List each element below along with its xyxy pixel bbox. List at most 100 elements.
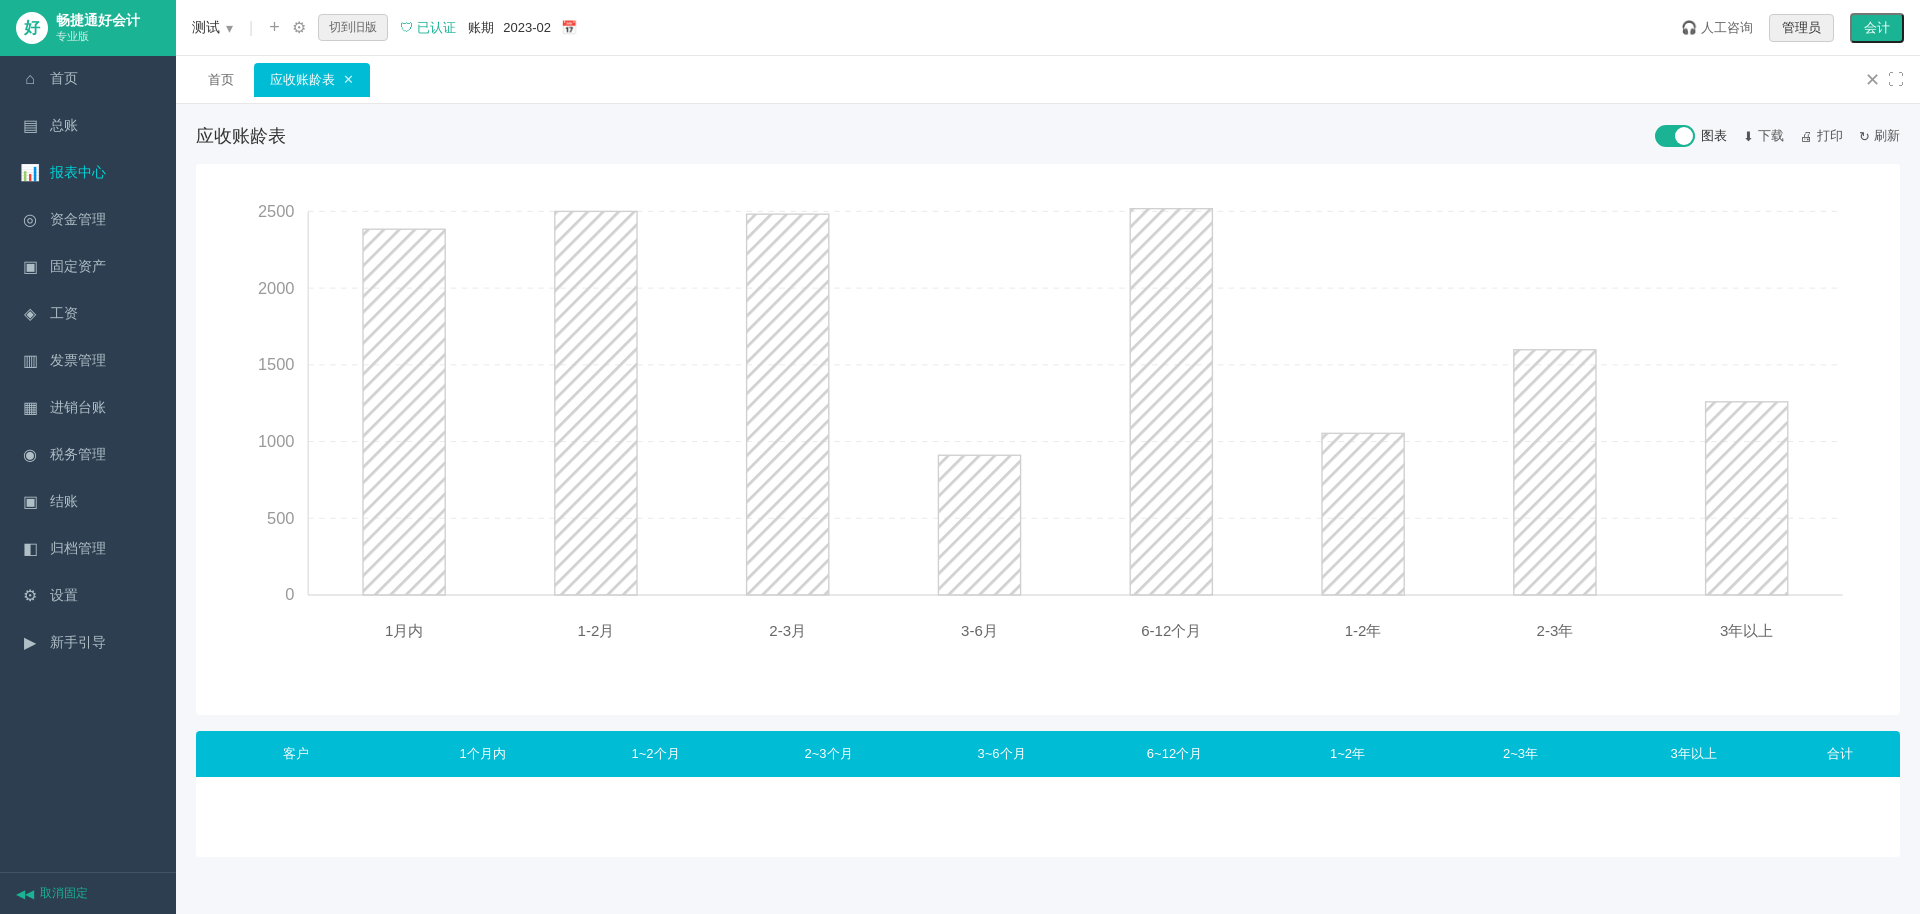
dropdown-icon: ▾: [226, 20, 233, 36]
ledger-icon: ▤: [20, 116, 40, 135]
sidebar-label-archive: 归档管理: [50, 540, 106, 558]
admin-btn[interactable]: 管理员: [1769, 14, 1834, 42]
tab-close-btn[interactable]: ✕: [343, 72, 354, 87]
tab-ar-aging[interactable]: 应收账龄表 ✕: [254, 63, 370, 97]
chart-toggle[interactable]: [1655, 125, 1695, 147]
tab-ar-aging-label: 应收账龄表: [270, 71, 335, 89]
sidebar-item-invoice[interactable]: ▥ 发票管理: [0, 337, 176, 384]
switch-version-btn[interactable]: 切到旧版: [318, 14, 388, 41]
sidebar-label-invoice: 发票管理: [50, 352, 106, 370]
sidebar-item-reports[interactable]: 📊 报表中心: [0, 149, 176, 196]
bar-2-3年: [1514, 350, 1596, 595]
period-display: 账期 2023-02 📅: [468, 19, 577, 37]
certified-badge: 🛡 已认证: [400, 19, 456, 37]
sidebar-item-tax[interactable]: ◉ 税务管理: [0, 431, 176, 478]
payroll-icon: ◈: [20, 304, 40, 323]
consult-btn[interactable]: 🎧 人工咨询: [1681, 19, 1753, 37]
sidebar-label-settings: 设置: [50, 587, 78, 605]
sidebar-item-settle[interactable]: ▣ 结账: [0, 478, 176, 525]
col-1-2year: 1~2年: [1261, 731, 1434, 777]
window-close-btn[interactable]: ✕: [1865, 69, 1880, 91]
sidebar-item-home[interactable]: ⌂ 首页: [0, 56, 176, 102]
sidebar-item-archive[interactable]: ◧ 归档管理: [0, 525, 176, 572]
sidebar-item-settings[interactable]: ⚙ 设置: [0, 572, 176, 619]
content-area: 应收账龄表 图表 ⬇ 下载 🖨 打印 ↻ 刷新: [176, 104, 1920, 914]
sidebar-label-home: 首页: [50, 70, 78, 88]
page-title: 应收账龄表: [196, 124, 286, 148]
period-label: 账期: [468, 20, 494, 35]
sales-icon: ▦: [20, 398, 40, 417]
page-header: 应收账龄表 图表 ⬇ 下载 🖨 打印 ↻ 刷新: [196, 124, 1900, 148]
topbar-divider1: |: [249, 19, 253, 37]
tab-home[interactable]: 首页: [192, 63, 250, 97]
cancel-fixed-label: 取消固定: [40, 885, 88, 902]
col-3-6month: 3~6个月: [915, 731, 1088, 777]
period-value: 2023-02: [503, 20, 551, 35]
bar-1-2月: [555, 211, 637, 595]
sidebar-item-payroll[interactable]: ◈ 工资: [0, 290, 176, 337]
col-6-12month: 6~12个月: [1088, 731, 1261, 777]
sidebar-label-ledger: 总账: [50, 117, 78, 135]
sidebar-item-guide[interactable]: ▶ 新手引导: [0, 619, 176, 666]
logo-text-group: 畅捷通好会计 专业版: [56, 12, 140, 44]
col-1-2month: 1~2个月: [569, 731, 742, 777]
print-btn[interactable]: 🖨 打印: [1800, 127, 1843, 145]
logo-icon: 好: [16, 12, 48, 44]
sidebar-item-sales[interactable]: ▦ 进销台账: [0, 384, 176, 431]
download-icon: ⬇: [1743, 129, 1754, 144]
tax-icon: ◉: [20, 445, 40, 464]
sidebar-label-funds: 资金管理: [50, 211, 106, 229]
svg-text:3年以上: 3年以上: [1720, 622, 1773, 639]
consult-label: 人工咨询: [1701, 19, 1753, 37]
app-name: 畅捷通好会计: [56, 12, 140, 29]
svg-text:1月内: 1月内: [385, 622, 423, 639]
bar-chart: 0 500 1000 1500 2000 2500 1月内 1-2月: [226, 184, 1870, 705]
bar-1月内: [363, 229, 445, 595]
svg-text:2-3月: 2-3月: [769, 622, 806, 639]
assets-icon: ▣: [20, 257, 40, 276]
print-icon: 🖨: [1800, 129, 1813, 144]
sidebar-label-tax: 税务管理: [50, 446, 106, 464]
sidebar-label-guide: 新手引导: [50, 634, 106, 652]
project-selector[interactable]: 测试 ▾: [192, 19, 233, 37]
svg-text:1-2年: 1-2年: [1345, 622, 1382, 639]
reports-icon: 📊: [20, 163, 40, 182]
cancel-fixed-btn[interactable]: ◀◀ 取消固定: [0, 872, 176, 914]
svg-text:500: 500: [267, 509, 294, 527]
sidebar-label-settle: 结账: [50, 493, 78, 511]
col-customer: 客户: [196, 731, 396, 777]
home-icon: ⌂: [20, 70, 40, 88]
svg-text:1500: 1500: [258, 355, 295, 373]
svg-text:2000: 2000: [258, 279, 295, 297]
topbar-right: 🎧 人工咨询 管理员 会计: [1681, 13, 1904, 43]
tabbar-right: ✕ ⛶: [1865, 69, 1904, 91]
calendar-icon[interactable]: 📅: [561, 20, 577, 35]
settle-icon: ▣: [20, 492, 40, 511]
refresh-btn[interactable]: ↻ 刷新: [1859, 127, 1900, 145]
page-actions: 图表 ⬇ 下载 🖨 打印 ↻ 刷新: [1655, 125, 1900, 147]
col-total: 合计: [1780, 731, 1900, 777]
project-name: 测试: [192, 19, 220, 37]
add-project-btn[interactable]: +: [269, 17, 280, 38]
svg-text:1-2月: 1-2月: [578, 622, 615, 639]
sidebar-item-assets[interactable]: ▣ 固定资产: [0, 243, 176, 290]
sidebar-item-funds[interactable]: ◎ 资金管理: [0, 196, 176, 243]
col-2-3month: 2~3个月: [742, 731, 915, 777]
main-area: 测试 ▾ | + ⚙ 切到旧版 🛡 已认证 账期 2023-02 📅 🎧 人工咨…: [176, 0, 1920, 914]
window-expand-btn[interactable]: ⛶: [1888, 71, 1904, 89]
app-version: 专业版: [56, 29, 140, 44]
topbar-settings-btn[interactable]: ⚙: [292, 18, 306, 37]
sidebar-item-ledger[interactable]: ▤ 总账: [0, 102, 176, 149]
certified-label: 已认证: [417, 19, 456, 37]
accountant-btn[interactable]: 会计: [1850, 13, 1904, 43]
sidebar: 好 畅捷通好会计 专业版 ⌂ 首页 ▤ 总账 📊 报表中心 ◎ 资金管理 ▣ 固…: [0, 0, 176, 914]
sidebar-logo: 好 畅捷通好会计 专业版: [0, 0, 176, 56]
invoice-icon: ▥: [20, 351, 40, 370]
col-3year-plus: 3年以上: [1607, 731, 1780, 777]
svg-text:3-6月: 3-6月: [961, 622, 998, 639]
chart-toggle-label: 图表: [1701, 127, 1727, 145]
table-header: 客户 1个月内 1~2个月 2~3个月 3~6个月 6~12个月 1~2年 2~…: [196, 731, 1900, 777]
chart-toggle-group: 图表: [1655, 125, 1727, 147]
download-btn[interactable]: ⬇ 下载: [1743, 127, 1784, 145]
svg-text:6-12个月: 6-12个月: [1141, 622, 1201, 639]
